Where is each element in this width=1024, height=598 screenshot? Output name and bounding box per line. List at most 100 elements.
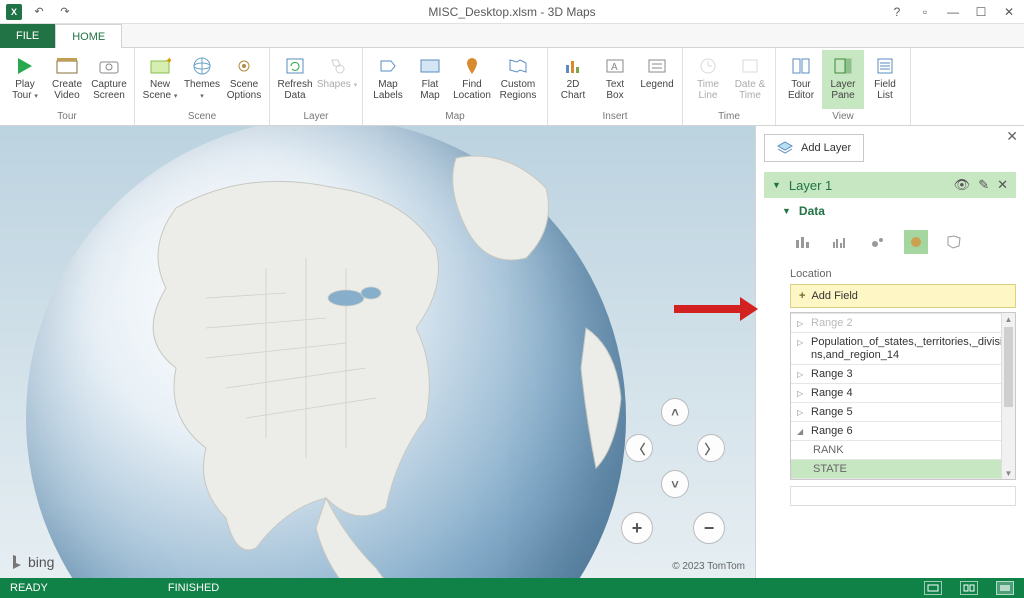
scroll-thumb[interactable]	[1004, 327, 1013, 407]
new-scene-button[interactable]: ✦ NewScene	[139, 50, 181, 109]
rename-icon[interactable]: ✎	[978, 177, 989, 193]
field-item-range2[interactable]: ▷Range 2	[791, 313, 1015, 333]
help-button[interactable]: ?	[886, 2, 908, 22]
field-item-range4[interactable]: ▷Range 4	[791, 384, 1015, 403]
group-time: TimeLine Date &Time Time	[683, 48, 776, 125]
bing-logo: bing	[10, 554, 54, 570]
navigation-pad: ˄ ˅ 〈 〉	[625, 398, 725, 498]
status-ready: READY	[10, 582, 48, 594]
field-list-button[interactable]: FieldList	[864, 50, 906, 109]
find-location-button[interactable]: FindLocation	[451, 50, 493, 109]
field-item-range5[interactable]: ▷Range 5	[791, 403, 1015, 422]
data-label: Data	[799, 204, 825, 218]
collapse-icon[interactable]: ▼	[772, 180, 781, 190]
pin-icon	[460, 54, 484, 78]
scroll-up-button[interactable]: ▲	[1002, 313, 1015, 325]
heatmap-type[interactable]	[904, 230, 928, 254]
plus-icon: +	[799, 290, 805, 302]
group-layer: RefreshData Shapes Layer	[270, 48, 363, 125]
map-credit: © 2023 TomTom	[672, 561, 745, 572]
stacked-column-type[interactable]	[790, 230, 814, 254]
field-list-scrollbar[interactable]: ▲ ▼	[1001, 313, 1015, 479]
field-item-range3[interactable]: ▷Range 3	[791, 365, 1015, 384]
map-canvas[interactable]: ˄ ˅ 〈 〉 + − bing © 2023 TomTom	[0, 126, 755, 578]
close-pane-button[interactable]: ✕	[1006, 128, 1018, 145]
new-scene-icon: ✦	[148, 54, 172, 78]
add-field-button[interactable]: + Add Field	[790, 284, 1016, 308]
tour-editor-button[interactable]: TourEditor	[780, 50, 822, 109]
zoom-out-button[interactable]: −	[693, 512, 725, 544]
capture-screen-button[interactable]: CaptureScreen	[88, 50, 130, 109]
rotate-left-button[interactable]: 〈	[625, 434, 653, 462]
undo-button[interactable]: ↶	[30, 3, 48, 21]
tour-editor-icon	[789, 54, 813, 78]
timeline-button[interactable]: TimeLine	[687, 50, 729, 109]
field-list-dropdown: ▷Range 2 ▷Population_of_states,_territor…	[790, 312, 1016, 480]
tab-file[interactable]: FILE	[0, 24, 55, 48]
camera-icon	[97, 54, 121, 78]
region-type[interactable]	[942, 230, 966, 254]
custom-regions-button[interactable]: CustomRegions	[493, 50, 543, 109]
2d-chart-button[interactable]: 2DChart	[552, 50, 594, 109]
layer-header[interactable]: ▼ Layer 1 👁 ✎ ✕	[764, 172, 1016, 198]
data-section-header[interactable]: ▼ Data	[764, 198, 1016, 222]
status-view2-button[interactable]	[960, 581, 978, 595]
ribbon-options-button[interactable]: ▫	[914, 2, 936, 22]
create-video-button[interactable]: CreateVideo	[46, 50, 88, 109]
text-box-button[interactable]: A TextBox	[594, 50, 636, 109]
visibility-icon[interactable]: 👁	[954, 177, 971, 193]
minimize-button[interactable]: —	[942, 2, 964, 22]
field-list-icon	[873, 54, 897, 78]
maximize-button[interactable]: ☐	[970, 2, 992, 22]
height-field-box[interactable]	[790, 486, 1016, 506]
play-tour-button[interactable]: PlayTour	[4, 50, 46, 109]
calendar-icon	[738, 54, 762, 78]
group-scene: ✦ NewScene Themes SceneOptions Scene	[135, 48, 270, 125]
scroll-down-button[interactable]: ▼	[1002, 467, 1015, 479]
field-item-range6[interactable]: ◢Range 6	[791, 422, 1015, 441]
field-item-rank[interactable]: RANK	[791, 441, 1015, 460]
ribbon: PlayTour CreateVideo CaptureScreen Tour …	[0, 48, 1024, 126]
map-labels-button[interactable]: MapLabels	[367, 50, 409, 109]
refresh-data-button[interactable]: RefreshData	[274, 50, 316, 109]
field-item-population[interactable]: ▷Population_of_states,_territories,_divi…	[791, 333, 1015, 365]
scene-options-button[interactable]: SceneOptions	[223, 50, 265, 109]
globe[interactable]	[26, 126, 626, 578]
bubble-type[interactable]	[866, 230, 890, 254]
zoom-in-button[interactable]: +	[621, 512, 653, 544]
tab-home[interactable]: HOME	[55, 24, 122, 48]
layers-icon	[777, 141, 793, 155]
status-view3-button[interactable]	[996, 581, 1014, 595]
callout-arrow	[674, 297, 758, 321]
date-time-button[interactable]: Date &Time	[729, 50, 771, 109]
redo-button[interactable]: ↷	[56, 3, 74, 21]
title-bar: X ↶ ↷ MISC_Desktop.xlsm - 3D Maps ? ▫ — …	[0, 0, 1024, 24]
field-item-state[interactable]: STATE	[791, 460, 1015, 479]
group-insert: 2DChart A TextBox Legend Insert	[548, 48, 683, 125]
close-window-button[interactable]: ✕	[998, 2, 1020, 22]
flat-map-button[interactable]: FlatMap	[409, 50, 451, 109]
layer-pane-button[interactable]: LayerPane	[822, 50, 864, 109]
layer-pane: ✕ Add Layer ▼ Layer 1 👁 ✎ ✕ ▼ Data Locat…	[755, 126, 1024, 578]
group-tour: PlayTour CreateVideo CaptureScreen Tour	[0, 48, 135, 125]
svg-text:✦: ✦	[165, 57, 171, 67]
tilt-down-button[interactable]: ˅	[661, 470, 689, 498]
refresh-icon	[283, 54, 307, 78]
excel-app-icon: X	[6, 4, 22, 20]
zoom-controls: + −	[621, 512, 725, 544]
ribbon-tabs: FILE HOME	[0, 24, 1024, 48]
shapes-button[interactable]: Shapes	[316, 50, 358, 109]
label-icon	[376, 54, 400, 78]
tilt-up-button[interactable]: ˄	[661, 398, 689, 426]
legend-button[interactable]: Legend	[636, 50, 678, 109]
play-icon	[13, 54, 37, 78]
status-view1-button[interactable]	[924, 581, 942, 595]
themes-button[interactable]: Themes	[181, 50, 223, 109]
delete-layer-icon[interactable]: ✕	[997, 177, 1008, 193]
rotate-right-button[interactable]: 〉	[697, 434, 725, 462]
clustered-column-type[interactable]	[828, 230, 852, 254]
flat-map-icon	[418, 54, 442, 78]
group-map: MapLabels FlatMap FindLocation CustomReg…	[363, 48, 548, 125]
regions-icon	[506, 54, 530, 78]
add-layer-button[interactable]: Add Layer	[764, 134, 864, 162]
